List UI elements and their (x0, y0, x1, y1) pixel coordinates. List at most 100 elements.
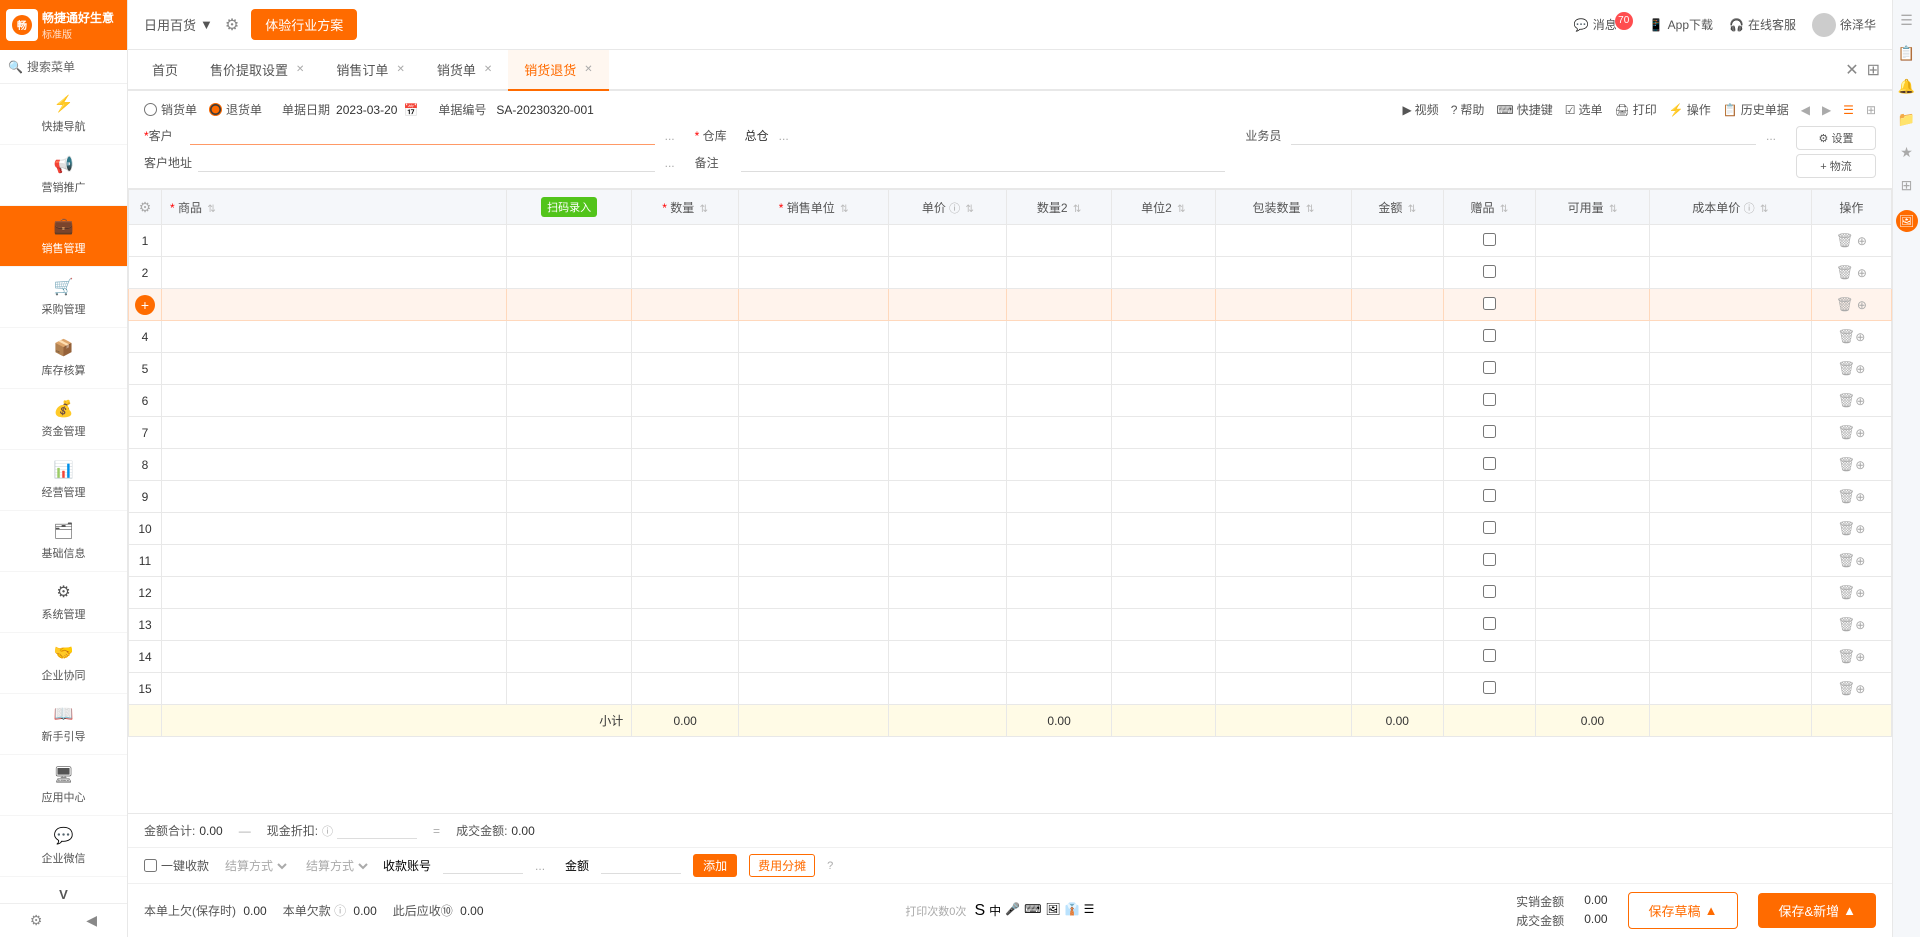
col-avail-sort[interactable]: ⇅ (1609, 204, 1617, 215)
action-operate-link[interactable]: ⚡ 操作 (1669, 101, 1711, 118)
tab-sales-close[interactable]: ✕ (484, 64, 492, 75)
salesperson-select-dots[interactable]: ... (1766, 129, 1776, 143)
unit-cell[interactable] (738, 289, 888, 321)
gift-checkbox[interactable] (1483, 361, 1496, 374)
copy-row-btn[interactable]: ⊕ (1855, 426, 1865, 440)
price-cell[interactable] (889, 289, 1007, 321)
qty2-cell[interactable] (1007, 257, 1111, 289)
sidebar-item-purchase[interactable]: 🛒 采购管理 (0, 267, 127, 328)
qty-cell[interactable] (632, 289, 739, 321)
pack-qty-cell[interactable] (1215, 257, 1351, 289)
tab-sales[interactable]: 销货单 ✕ (421, 50, 508, 91)
action-select-link[interactable]: ☑ 选单 (1565, 101, 1603, 118)
fee-split-btn[interactable]: 费用分摊 (749, 854, 815, 877)
gift-checkbox[interactable] (1483, 649, 1496, 662)
right-panel-icon-6[interactable]: ⊞ (1901, 177, 1913, 194)
sidebar-item-operations[interactable]: 📊 经营管理 (0, 450, 127, 511)
customer-input[interactable] (190, 126, 655, 145)
radio-return-input[interactable] (209, 103, 222, 116)
delete-row-btn[interactable]: 🗑 (1837, 616, 1855, 633)
warehouse-select-dots[interactable]: ... (779, 129, 789, 143)
delete-row-btn[interactable]: 🗑 (1837, 520, 1855, 537)
copy-row-btn[interactable]: ⊕ (1857, 298, 1867, 312)
copy-row-btn[interactable]: ⊕ (1855, 362, 1865, 376)
copy-row-btn[interactable]: ⊕ (1855, 330, 1865, 344)
copy-row-btn[interactable]: ⊕ (1855, 458, 1865, 472)
sidebar-item-basics[interactable]: 🗂 基础信息 (0, 511, 127, 572)
col-cost-info-icon[interactable]: ⓘ (1744, 203, 1755, 215)
delete-row-btn[interactable]: 🗑 (1837, 456, 1855, 473)
copy-row-btn[interactable]: ⊕ (1855, 490, 1865, 504)
sidebar-collapse-icon[interactable]: ◀ (86, 912, 97, 929)
col-unit2-sort[interactable]: ⇅ (1177, 204, 1185, 215)
tab-bar-close-icon[interactable]: ✕ (1841, 60, 1862, 80)
qty-cell[interactable] (632, 225, 739, 257)
gift-checkbox[interactable] (1483, 297, 1496, 310)
calendar-icon[interactable]: 📅 (403, 103, 418, 117)
toolbar-icon-6[interactable]: 👔 (1065, 902, 1080, 920)
customer-addr-input[interactable] (198, 153, 655, 172)
radio-return[interactable]: 退货单 (209, 101, 262, 118)
toolbar-icon-1[interactable]: S (974, 902, 985, 920)
copy-row-btn[interactable]: ⊕ (1857, 234, 1867, 248)
view-list-icon[interactable]: ☰ (1843, 103, 1854, 117)
copy-row-btn[interactable]: ⊕ (1857, 266, 1867, 280)
copy-row-btn[interactable]: ⊕ (1855, 682, 1865, 696)
amount-cell[interactable] (1351, 257, 1443, 289)
gift-checkbox[interactable] (1483, 681, 1496, 694)
unit-cell[interactable] (738, 257, 888, 289)
delete-row-btn[interactable]: 🗑 (1837, 424, 1855, 441)
toolbar-icon-3[interactable]: 🎤 (1005, 902, 1020, 920)
gift-checkbox[interactable] (1483, 425, 1496, 438)
delete-row-btn[interactable]: 🗑 (1836, 264, 1854, 281)
gift-checkbox[interactable] (1483, 585, 1496, 598)
product-cell[interactable] (162, 225, 507, 257)
nav-prev-icon[interactable]: ◀ (1801, 103, 1810, 117)
sidebar-search-menu[interactable]: 🔍 搜索菜单 (0, 50, 127, 84)
action-history-link[interactable]: 📋 历史单据 (1723, 101, 1789, 118)
save-draft-btn[interactable]: 保存草稿 ▲ (1628, 892, 1739, 929)
right-panel-icon-1[interactable]: ☰ (1900, 12, 1913, 29)
notification-btn[interactable]: 💬 消息 70 (1574, 16, 1633, 33)
gift-checkbox[interactable] (1483, 457, 1496, 470)
action-help-link[interactable]: ? 帮助 (1451, 101, 1485, 118)
copy-row-btn[interactable]: ⊕ (1855, 650, 1865, 664)
settlement-select[interactable]: 结算方式 (221, 858, 290, 874)
delete-row-btn[interactable]: 🗑 (1837, 680, 1855, 697)
settings-btn[interactable]: ⚙ 设置 (1796, 126, 1876, 150)
gift-checkbox[interactable] (1483, 329, 1496, 342)
gift-checkbox[interactable] (1483, 617, 1496, 630)
online-service-btn[interactable]: 🎧 在线客服 (1729, 16, 1796, 33)
nav-next-icon[interactable]: ▶ (1822, 103, 1831, 117)
toolbar-icon-2[interactable]: 中 (989, 902, 1001, 920)
gift-checkbox[interactable] (1483, 521, 1496, 534)
gift-checkbox[interactable] (1483, 233, 1496, 246)
tab-bar-expand-icon[interactable]: ⊞ (1863, 60, 1884, 80)
col-qty2-sort[interactable]: ⇅ (1073, 204, 1081, 215)
delete-row-btn[interactable]: 🗑 (1837, 328, 1855, 345)
view-grid-icon[interactable]: ⊞ (1866, 103, 1876, 117)
unit2-cell[interactable] (1111, 289, 1215, 321)
qty2-cell[interactable] (1007, 225, 1111, 257)
pack-qty-cell[interactable] (1215, 289, 1351, 321)
sidebar-item-member[interactable]: V 畅会员 (0, 877, 127, 903)
calc-select[interactable]: 结算方式 (302, 858, 371, 874)
sidebar-item-marketing[interactable]: 📢 营销推广 (0, 145, 127, 206)
right-panel-icon-4[interactable]: 📁 (1898, 111, 1915, 128)
sidebar-item-system[interactable]: ⚙ 系统管理 (0, 572, 127, 633)
tab-price-extract-close[interactable]: ✕ (296, 64, 304, 75)
right-panel-icon-7[interactable]: 🖼 (1896, 210, 1918, 232)
delete-row-btn[interactable]: 🗑 (1837, 552, 1855, 569)
app-download-btn[interactable]: 📱 App下载 (1649, 16, 1713, 33)
product-cell-active[interactable] (162, 289, 507, 321)
tab-home[interactable]: 首页 (136, 50, 194, 91)
gift-checkbox[interactable] (1483, 265, 1496, 278)
price-cell[interactable] (889, 225, 1007, 257)
header-gear-icon[interactable]: ⚙ (225, 15, 239, 35)
sidebar-settings-icon[interactable]: ⚙ (30, 912, 43, 929)
copy-row-btn[interactable]: ⊕ (1855, 618, 1865, 632)
col-pack-qty-sort[interactable]: ⇅ (1306, 204, 1314, 215)
payment-account-input[interactable] (443, 858, 523, 874)
toolbar-icon-5[interactable]: 🖼 (1045, 902, 1060, 920)
col-price-info-icon[interactable]: ⓘ (949, 203, 960, 215)
